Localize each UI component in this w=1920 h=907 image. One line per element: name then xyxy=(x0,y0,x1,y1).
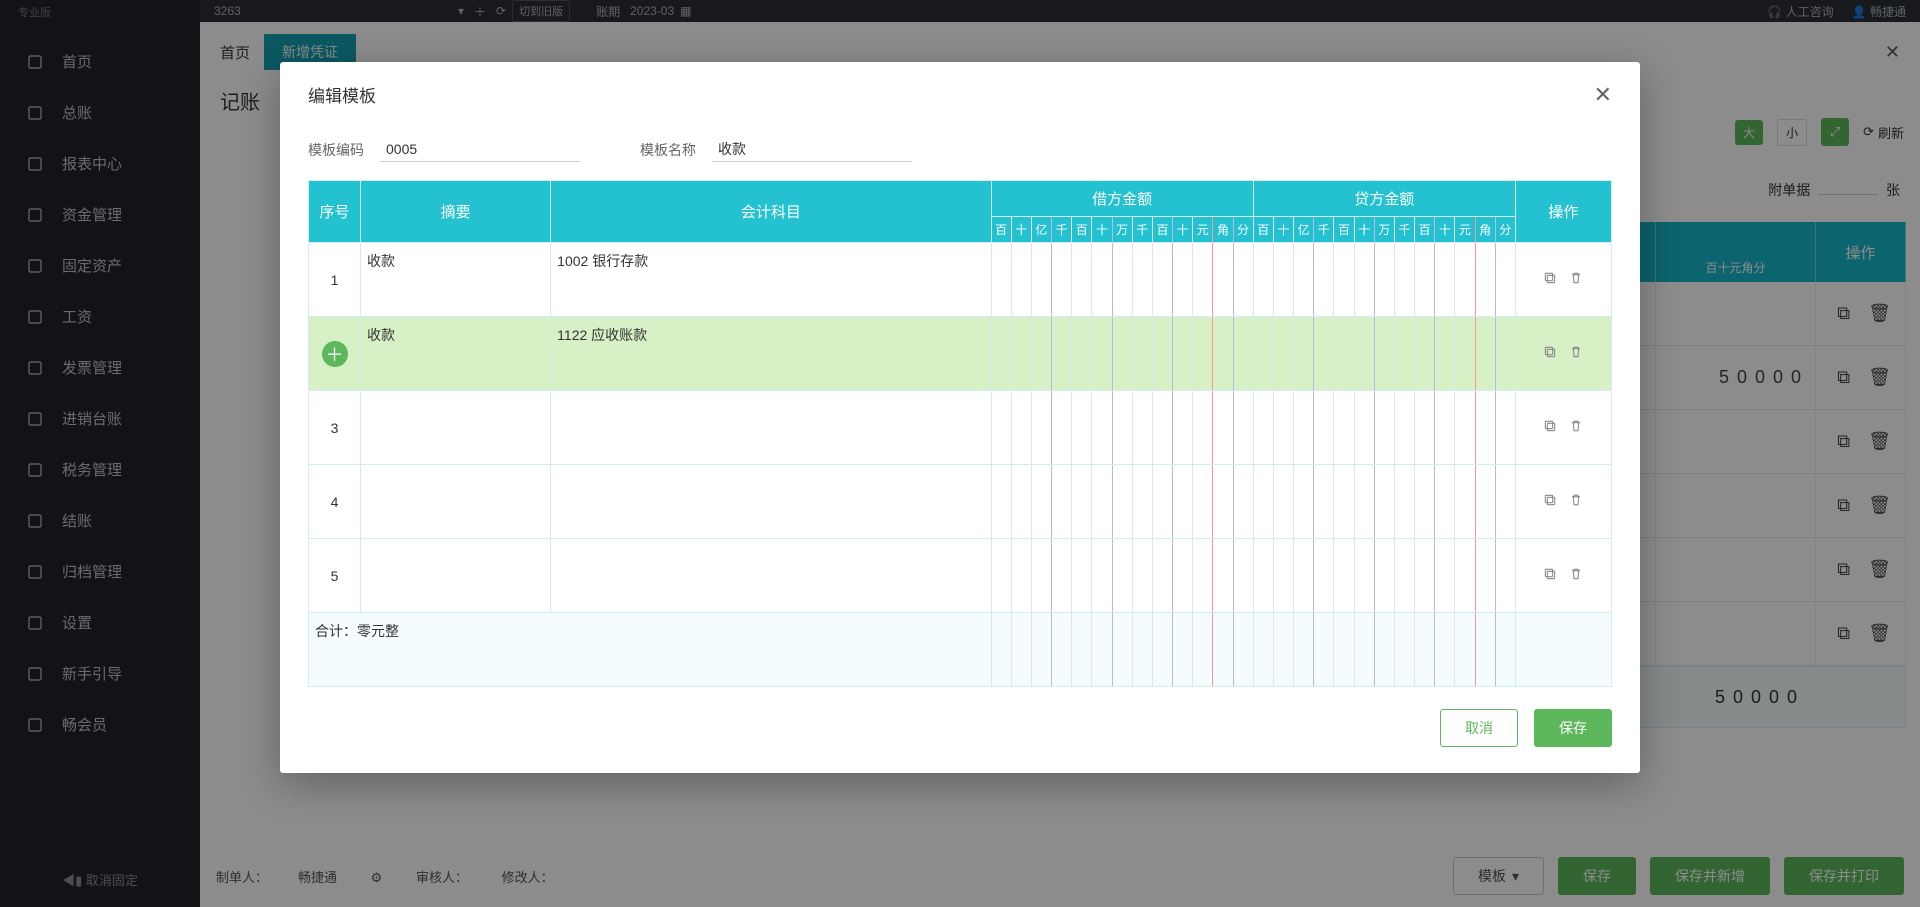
row-debit[interactable] xyxy=(992,539,1253,612)
row-credit[interactable] xyxy=(1254,317,1515,390)
row-debit[interactable] xyxy=(992,317,1253,390)
copy-row-icon[interactable] xyxy=(1542,344,1558,364)
row-abstract[interactable] xyxy=(361,539,551,613)
row-debit[interactable] xyxy=(992,465,1253,538)
row-account[interactable] xyxy=(551,391,991,465)
template-code-input[interactable] xyxy=(380,137,580,162)
delete-row-icon[interactable] xyxy=(1568,270,1584,290)
template-row[interactable]: 1收款1002 银行存款 xyxy=(309,243,1612,317)
dialog-close-icon[interactable]: ✕ xyxy=(1594,84,1612,106)
row-debit[interactable] xyxy=(992,243,1253,316)
row-credit[interactable] xyxy=(1254,243,1515,316)
row-account[interactable] xyxy=(551,465,991,539)
edit-template-dialog: 编辑模板 ✕ 模板编码 模板名称 序号 摘要 会计科目 借方金额 贷 xyxy=(280,62,1640,773)
delete-row-icon[interactable] xyxy=(1568,566,1584,586)
template-name-input[interactable] xyxy=(712,137,912,162)
add-row-button[interactable]: ＋ xyxy=(322,341,348,367)
copy-row-icon[interactable] xyxy=(1542,566,1558,586)
row-seq: 4 xyxy=(309,465,361,539)
row-credit[interactable] xyxy=(1254,465,1515,538)
template-row[interactable]: 5 xyxy=(309,539,1612,613)
col-seq: 序号 xyxy=(309,181,361,243)
delete-row-icon[interactable] xyxy=(1568,344,1584,364)
total-cell: 合计：零元整 xyxy=(309,613,992,687)
copy-row-icon[interactable] xyxy=(1542,418,1558,438)
row-seq: 1 xyxy=(309,243,361,317)
template-row[interactable]: 3 xyxy=(309,391,1612,465)
col-credit: 贷方金额 xyxy=(1253,181,1515,217)
delete-row-icon[interactable] xyxy=(1568,492,1584,512)
dialog-save-button[interactable]: 保存 xyxy=(1534,709,1612,747)
copy-row-icon[interactable] xyxy=(1542,492,1558,512)
row-abstract[interactable] xyxy=(361,465,551,539)
row-credit[interactable] xyxy=(1254,391,1515,464)
template-code-label: 模板编码 xyxy=(308,140,364,160)
template-name-label: 模板名称 xyxy=(640,140,696,160)
delete-row-icon[interactable] xyxy=(1568,418,1584,438)
row-abstract[interactable]: 收款 xyxy=(361,243,551,317)
row-seq: 5 xyxy=(309,539,361,613)
dialog-title: 编辑模板 xyxy=(308,82,376,107)
col-debit: 借方金额 xyxy=(991,181,1253,217)
row-account[interactable] xyxy=(551,539,991,613)
col-ops: 操作 xyxy=(1515,181,1611,243)
cancel-button[interactable]: 取消 xyxy=(1440,709,1518,747)
row-seq: ＋ xyxy=(309,317,361,391)
row-account[interactable]: 1002 银行存款 xyxy=(551,243,991,317)
col-account: 会计科目 xyxy=(551,181,991,243)
template-table: 序号 摘要 会计科目 借方金额 贷方金额 操作 百十亿千百十万千百十元角分 百十… xyxy=(308,180,1612,687)
row-credit[interactable] xyxy=(1254,539,1515,612)
row-abstract[interactable]: 收款 xyxy=(361,317,551,391)
template-row[interactable]: ＋ 收款1122 应收账款 xyxy=(309,317,1612,391)
col-abstract: 摘要 xyxy=(361,181,551,243)
copy-row-icon[interactable] xyxy=(1542,270,1558,290)
row-account[interactable]: 1122 应收账款 xyxy=(551,317,991,391)
row-abstract[interactable] xyxy=(361,391,551,465)
template-row[interactable]: 4 xyxy=(309,465,1612,539)
row-debit[interactable] xyxy=(992,391,1253,464)
row-seq: 3 xyxy=(309,391,361,465)
